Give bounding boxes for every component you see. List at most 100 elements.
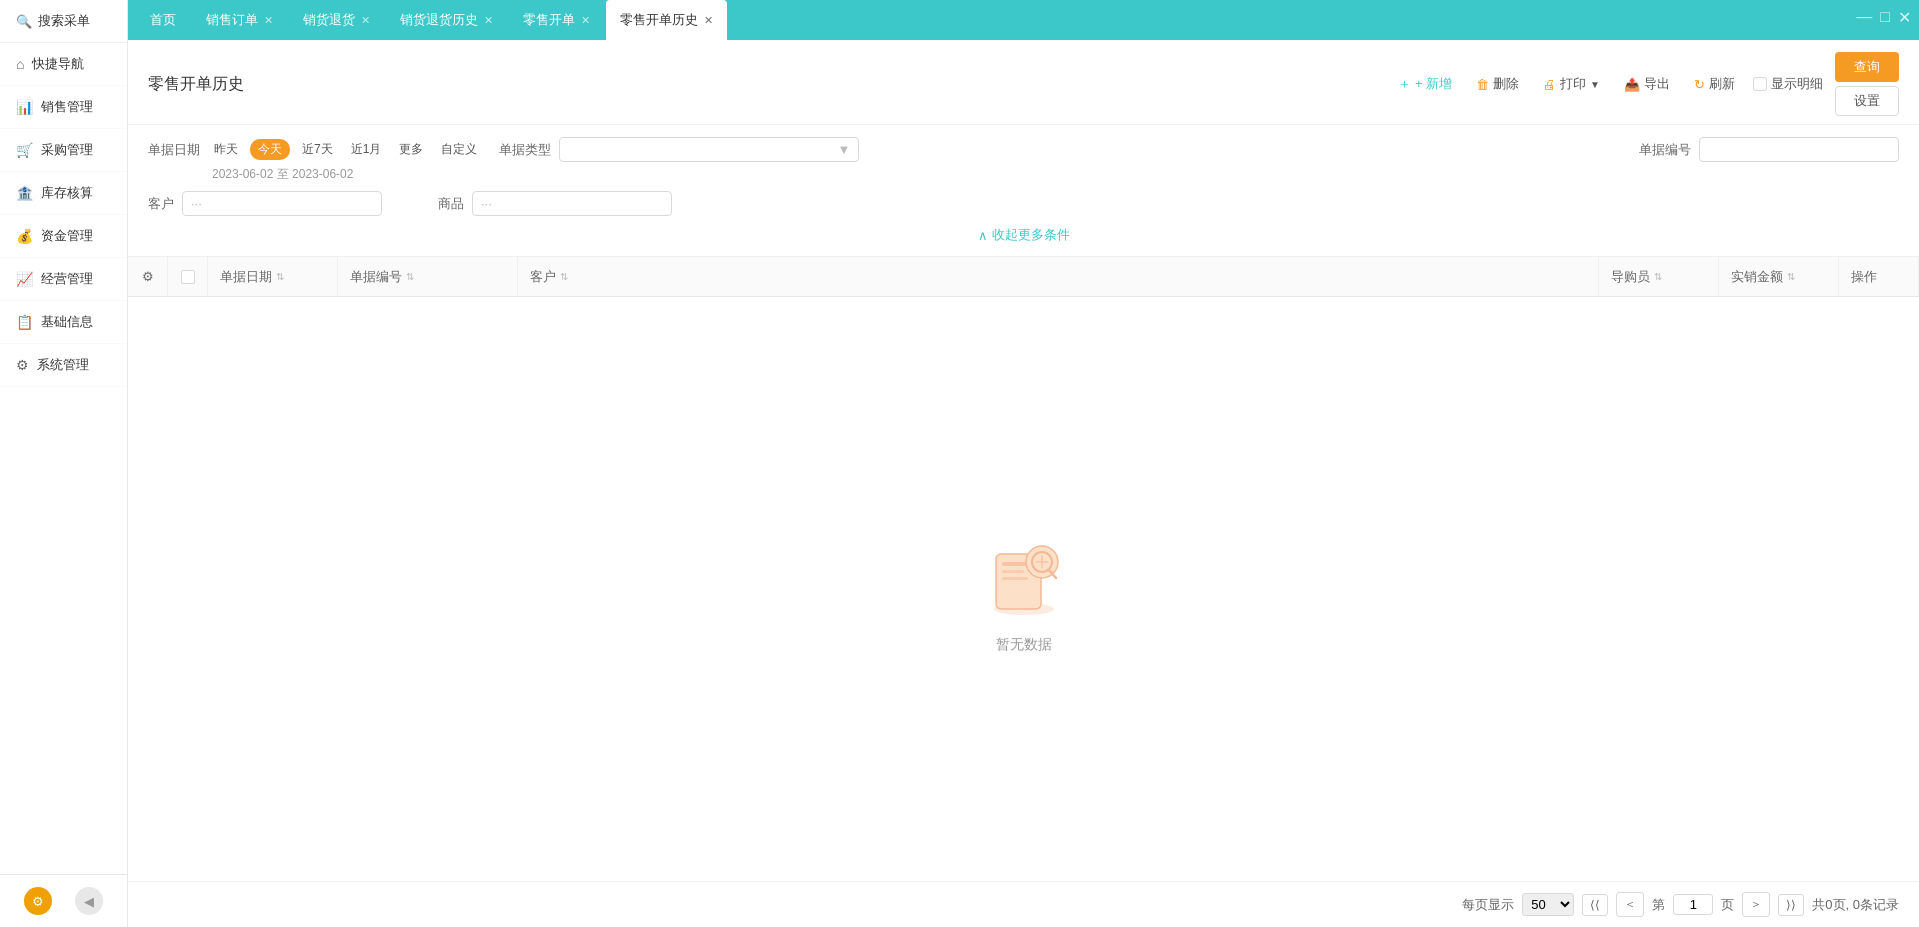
export-button[interactable]: 📤 导出: [1618, 71, 1676, 97]
setting-button[interactable]: 设置: [1835, 86, 1899, 116]
chart-icon: 📊: [16, 99, 33, 115]
guide-sort-icon: ⇅: [1654, 271, 1662, 282]
th-action-label: 操作: [1851, 268, 1877, 286]
content-area: 零售开单历史 ＋ + 新增 🗑 删除 🖨 打印 ▼ 📤 导出: [128, 40, 1919, 927]
sidebar-item-basic-info[interactable]: 📋 基础信息: [0, 301, 127, 344]
date-shortcut-custom[interactable]: 自定义: [435, 139, 483, 160]
th-num[interactable]: 单据编号 ⇅: [338, 257, 518, 296]
tab-sales-order-close[interactable]: ✕: [264, 14, 273, 27]
date-shortcut-more[interactable]: 更多: [393, 139, 429, 160]
date-shortcut-1month[interactable]: 近1月: [345, 139, 388, 160]
tab-sales-return[interactable]: 销货退货 ✕: [289, 0, 384, 40]
filter-area: 单据日期 昨天 今天 近7天 近1月 更多 自定义 单据类型 ▼: [128, 125, 1919, 257]
th-amount[interactable]: 实销金额 ⇅: [1719, 257, 1839, 296]
pagination-total: 共0页, 0条记录: [1812, 896, 1899, 914]
sidebar-item-system-mgmt[interactable]: ⚙ 系统管理: [0, 344, 127, 387]
finance-icon: 💰: [16, 228, 33, 244]
th-customer[interactable]: 客户 ⇅: [518, 257, 1599, 296]
per-page-select[interactable]: 50 10 20 100: [1522, 893, 1574, 916]
tab-retail-open-history-close[interactable]: ✕: [704, 14, 713, 27]
sidebar-item-purchase-mgmt[interactable]: 🛒 采购管理: [0, 129, 127, 172]
customer-filter-input[interactable]: ···: [182, 191, 382, 216]
filter-num: 单据编号: [1639, 137, 1899, 162]
refresh-button[interactable]: ↻ 刷新: [1688, 71, 1741, 97]
date-range-text: 2023-06-02 至 2023-06-02: [212, 167, 353, 181]
next-page-button[interactable]: ＞: [1742, 892, 1770, 917]
date-shortcut-today[interactable]: 今天: [250, 139, 290, 160]
cart-icon: 🛒: [16, 142, 33, 158]
window-maximize-button[interactable]: □: [1880, 8, 1890, 27]
date-shortcut-7days[interactable]: 近7天: [296, 139, 339, 160]
tab-sales-order-label: 销售订单: [206, 11, 258, 29]
sidebar-bottom: ⚙ ◀: [0, 874, 127, 927]
first-page-button[interactable]: ⟨⟨: [1582, 894, 1608, 916]
sidebar-item-label: 采购管理: [41, 141, 93, 159]
tab-retail-open[interactable]: 零售开单 ✕: [509, 0, 604, 40]
empty-text: 暂无数据: [996, 636, 1052, 654]
type-filter-chevron-icon: ▼: [838, 142, 851, 157]
tab-sales-return-history-close[interactable]: ✕: [484, 14, 493, 27]
window-controls: — □ ✕: [1856, 8, 1911, 27]
window-minimize-button[interactable]: —: [1856, 8, 1872, 27]
tab-retail-open-close[interactable]: ✕: [581, 14, 590, 27]
sidebar-item-inventory[interactable]: 🏦 库存核算: [0, 172, 127, 215]
settings-col-icon: ⚙: [142, 269, 154, 284]
th-date[interactable]: 单据日期 ⇅: [208, 257, 338, 296]
home-icon: ⌂: [16, 56, 24, 72]
sidebar-item-label: 库存核算: [41, 184, 93, 202]
filter-row-2: 客户 ··· 商品 ···: [148, 191, 1899, 216]
type-filter-label: 单据类型: [499, 141, 551, 159]
per-page-label: 每页显示: [1462, 896, 1514, 914]
prev-page-button[interactable]: ＜: [1616, 892, 1644, 917]
collapse-bar[interactable]: ∧ 收起更多条件: [148, 226, 1899, 244]
num-filter-input[interactable]: [1699, 137, 1899, 162]
print-button-label: 打印: [1560, 75, 1586, 93]
tab-retail-open-history[interactable]: 零售开单历史 ✕: [606, 0, 727, 40]
tab-home[interactable]: 首页: [136, 0, 190, 40]
add-button[interactable]: ＋ + 新增: [1392, 71, 1458, 97]
chevron-left-icon: ◀: [84, 894, 94, 909]
th-guide[interactable]: 导购员 ⇅: [1599, 257, 1719, 296]
goods-filter-input[interactable]: ···: [472, 191, 672, 216]
page-number-input[interactable]: [1673, 894, 1713, 915]
print-dropdown-icon: ▼: [1590, 79, 1600, 90]
last-page-button[interactable]: ⟩⟩: [1778, 894, 1804, 916]
tab-sales-return-history[interactable]: 销货退货历史 ✕: [386, 0, 507, 40]
goods-filter-placeholder: ···: [481, 196, 492, 211]
window-close-button[interactable]: ✕: [1898, 8, 1911, 27]
query-button[interactable]: 查询: [1835, 52, 1899, 82]
date-sort-icon: ⇅: [276, 271, 284, 282]
sidebar-item-label: 快捷导航: [32, 55, 84, 73]
filter-customer: 客户 ···: [148, 191, 382, 216]
th-num-label: 单据编号: [350, 268, 402, 286]
header-checkbox[interactable]: [181, 270, 195, 284]
display-detail-checkbox[interactable]: [1753, 77, 1767, 91]
print-button[interactable]: 🖨 打印 ▼: [1537, 71, 1606, 97]
th-checkbox[interactable]: [168, 257, 208, 296]
sidebar-item-finance[interactable]: 💰 资金管理: [0, 215, 127, 258]
th-amount-label: 实销金额: [1731, 268, 1783, 286]
amount-sort-icon: ⇅: [1787, 271, 1795, 282]
sidebar-search[interactable]: 🔍 搜索采单: [0, 0, 127, 43]
add-button-label: + 新增: [1415, 75, 1452, 93]
sidebar-item-operations[interactable]: 📈 经营管理: [0, 258, 127, 301]
pagination: 每页显示 50 10 20 100 ⟨⟨ ＜ 第 页 ＞ ⟩⟩ 共0页, 0条记…: [128, 881, 1919, 927]
num-filter-label: 单据编号: [1639, 141, 1691, 159]
type-filter-select[interactable]: ▼: [559, 137, 859, 162]
tab-sales-return-close[interactable]: ✕: [361, 14, 370, 27]
date-shortcut-yesterday[interactable]: 昨天: [208, 139, 244, 160]
date-filter-label: 单据日期: [148, 141, 200, 159]
th-settings[interactable]: ⚙: [128, 257, 168, 296]
sidebar-item-sales-mgmt[interactable]: 📊 销售管理: [0, 86, 127, 129]
display-detail-toggle[interactable]: 显示明细: [1753, 75, 1823, 93]
tab-sales-order[interactable]: 销售订单 ✕: [192, 0, 287, 40]
page-prefix-label: 第: [1652, 896, 1665, 914]
gear-icon: ⚙: [16, 357, 29, 373]
settings-bottom-button[interactable]: ⚙: [24, 887, 52, 915]
collapse-sidebar-button[interactable]: ◀: [75, 887, 103, 915]
export-icon: 📤: [1624, 77, 1640, 92]
customer-filter-placeholder: ···: [191, 196, 202, 211]
gear-bottom-icon: ⚙: [32, 894, 44, 909]
sidebar-item-quick-nav[interactable]: ⌂ 快捷导航: [0, 43, 127, 86]
delete-button[interactable]: 🗑 删除: [1470, 71, 1525, 97]
